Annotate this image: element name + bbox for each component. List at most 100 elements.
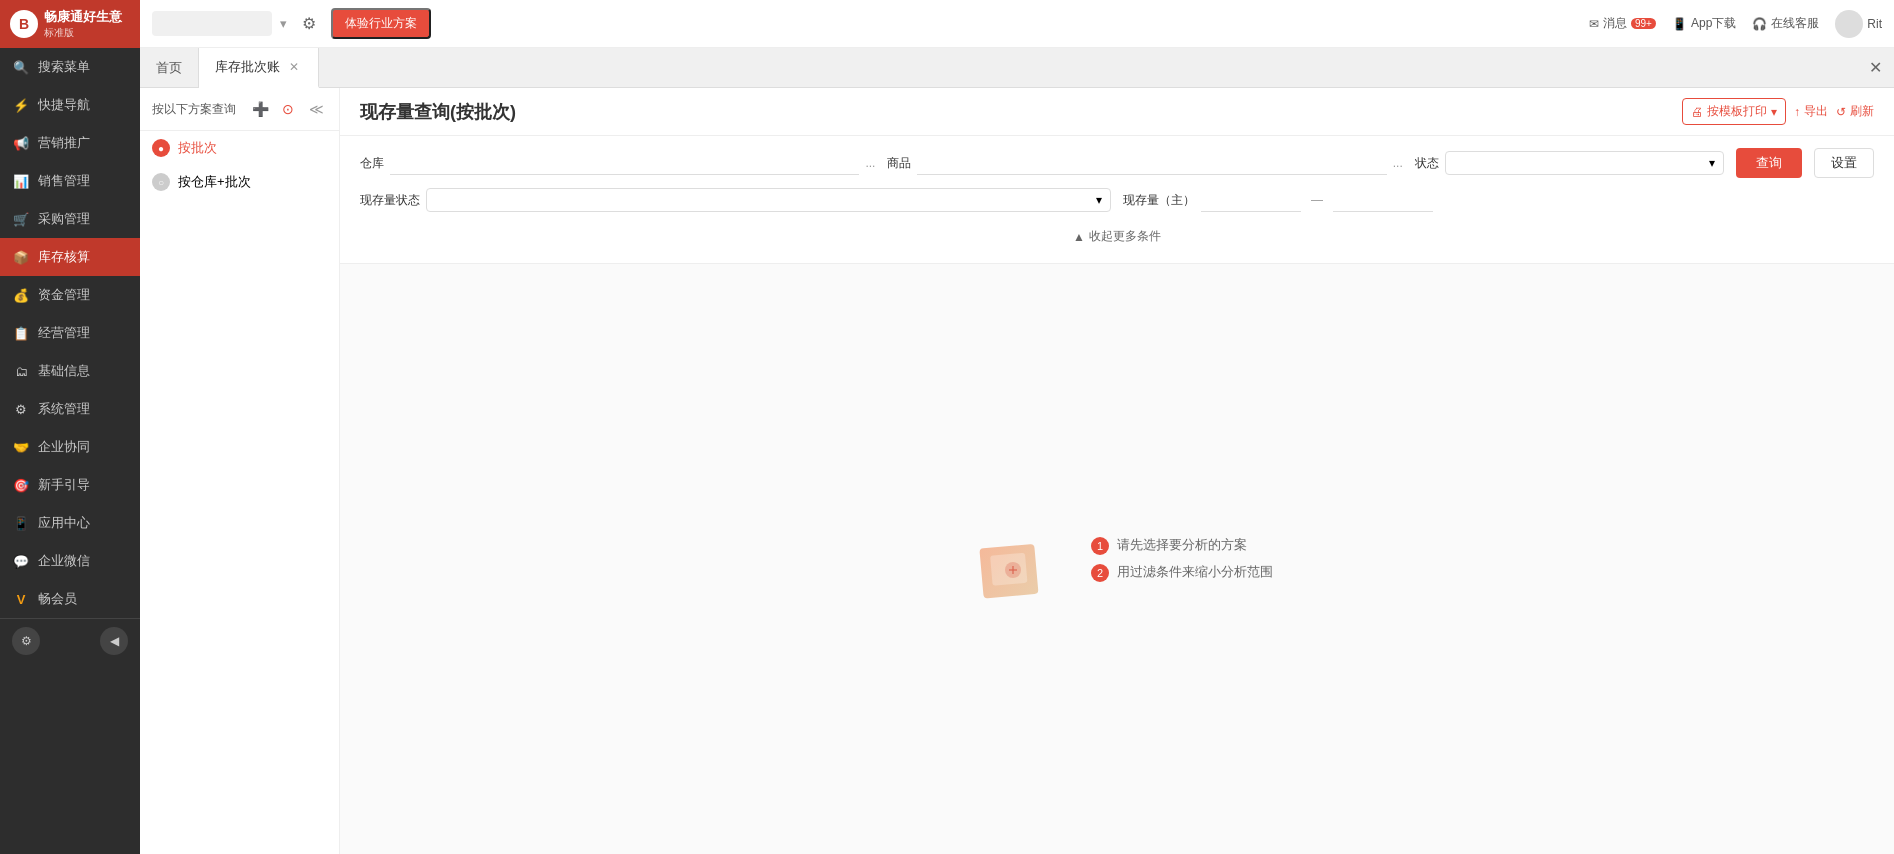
filter-stock-status: 现存量状态 ▾ [360, 188, 1111, 212]
tip-text-2: 用过滤条件来缩小分析范围 [1117, 563, 1273, 581]
stock-status-select[interactable]: ▾ [426, 188, 1111, 212]
add-plan-icon[interactable]: ➕ [249, 98, 271, 120]
page-header-actions: 🖨 按模板打印 ▾ ↑ 导出 ↺ 刷新 [1682, 98, 1874, 125]
vip-icon: V [12, 590, 30, 608]
enterprise-icon: 🤝 [12, 438, 30, 456]
tab-home-label: 首页 [156, 59, 182, 77]
filter-settings-button[interactable]: 设置 [1814, 148, 1874, 178]
empty-tips: 1 请先选择要分析的方案 2 用过滤条件来缩小分析范围 [1091, 536, 1273, 582]
empty-state: 1 请先选择要分析的方案 2 用过滤条件来缩小分析范围 [340, 264, 1894, 854]
sidebar-item-appstore[interactable]: 📱 应用中心 [0, 504, 140, 542]
sidebar-item-marketing[interactable]: 📢 营销推广 [0, 124, 140, 162]
topbar: ▾ ⚙ 体验行业方案 ✉ 消息 99+ 📱 App下载 🎧 在线客服 Rit [140, 0, 1894, 48]
sidebar-item-vip[interactable]: V 畅会员 [0, 580, 140, 618]
plan-item-warehouse-batch[interactable]: ○ 按仓库+批次 [140, 165, 339, 199]
message-icon: ✉ [1589, 17, 1599, 31]
tab-panel-close-btn[interactable]: ✕ [1857, 48, 1894, 87]
collapse-label: 收起更多条件 [1089, 228, 1161, 245]
stock-status-chevron-icon: ▾ [1096, 193, 1102, 207]
purchase-icon: 🛒 [12, 210, 30, 228]
message-label: 消息 [1603, 15, 1627, 32]
newbie-icon: 🎯 [12, 476, 30, 494]
product-input[interactable] [917, 152, 1386, 175]
message-badge: 99+ [1631, 18, 1656, 29]
tip-text-1: 请先选择要分析的方案 [1117, 536, 1247, 554]
sidebar-item-inventory[interactable]: 📦 库存核算 [0, 238, 140, 276]
sales-icon: 📊 [12, 172, 30, 190]
collapse-panel-icon[interactable]: ≪ [305, 98, 327, 120]
app-logo: B [10, 10, 38, 38]
sidebar-item-wechat[interactable]: 💬 企业微信 [0, 542, 140, 580]
warehouse-more[interactable]: ... [865, 156, 875, 170]
collapse-sidebar-btn[interactable]: ◀ [100, 627, 128, 655]
filter-status: 状态 ▾ [1415, 151, 1724, 175]
plan-item-batch[interactable]: ● 按批次 [140, 131, 339, 165]
sidebar-item-finance[interactable]: 💰 资金管理 [0, 276, 140, 314]
stock-qty-max-input[interactable] [1333, 189, 1433, 212]
empty-tip-1: 1 请先选择要分析的方案 [1091, 536, 1273, 555]
finance-icon: 💰 [12, 286, 30, 304]
sidebar-item-sales[interactable]: 📊 销售管理 [0, 162, 140, 200]
print-icon: 🖨 [1691, 105, 1703, 119]
empty-illustration [961, 509, 1061, 609]
sidebar-item-shortcut[interactable]: ⚡ 快捷导航 [0, 86, 140, 124]
sidebar-header: B 畅康通好生意 标准版 [0, 0, 140, 48]
stock-qty-min-input[interactable] [1201, 189, 1301, 212]
operation-icon: 📋 [12, 324, 30, 342]
app-download-item[interactable]: 📱 App下载 [1672, 15, 1736, 32]
trial-button[interactable]: 体验行业方案 [331, 8, 431, 39]
sidebar-item-system[interactable]: ⚙ 系统管理 [0, 390, 140, 428]
tip-num-2: 2 [1091, 564, 1109, 582]
query-button[interactable]: 查询 [1736, 148, 1802, 178]
collapse-filter-btn[interactable]: ▲ 收起更多条件 [360, 222, 1874, 251]
sidebar-item-basic[interactable]: 🗂 基础信息 [0, 352, 140, 390]
print-chevron-icon: ▾ [1771, 105, 1777, 119]
status-label: 状态 [1415, 155, 1439, 172]
settings-footer-btn[interactable]: ⚙ [12, 627, 40, 655]
empty-box-svg [971, 526, 1051, 606]
main-area: ▾ ⚙ 体验行业方案 ✉ 消息 99+ 📱 App下载 🎧 在线客服 Rit [140, 0, 1894, 854]
app-download-icon: 📱 [1672, 17, 1687, 31]
refresh-button[interactable]: ↺ 刷新 [1836, 103, 1874, 120]
product-more[interactable]: ... [1393, 156, 1403, 170]
tab-inventory-batch[interactable]: 库存批次账 ✕ [199, 48, 319, 88]
online-service-item[interactable]: 🎧 在线客服 [1752, 15, 1819, 32]
sidebar-item-newbie[interactable]: 🎯 新手引导 [0, 466, 140, 504]
tip-num-1: 1 [1091, 537, 1109, 555]
stock-status-label: 现存量状态 [360, 192, 420, 209]
filter-area: 仓库 ... 商品 ... 状态 ▾ [340, 136, 1894, 264]
topbar-search-text [162, 16, 222, 30]
tab-inventory-batch-label: 库存批次账 [215, 58, 280, 76]
warehouse-input[interactable] [390, 152, 859, 175]
empty-tip-2: 2 用过滤条件来缩小分析范围 [1091, 563, 1273, 582]
empty-content: 1 请先选择要分析的方案 2 用过滤条件来缩小分析范围 [961, 509, 1273, 609]
right-area: 现存量查询(按批次) 🖨 按模板打印 ▾ ↑ 导出 ↺ 刷新 [340, 88, 1894, 854]
topbar-search-box[interactable] [152, 11, 272, 36]
product-label: 商品 [887, 155, 911, 172]
sidebar-footer: ⚙ ◀ [0, 618, 140, 663]
left-panel-actions: ➕ ⊙ ≪ [249, 98, 327, 120]
topbar-gear-icon[interactable]: ⚙ [295, 10, 323, 38]
sidebar-item-operation[interactable]: 📋 经营管理 [0, 314, 140, 352]
app-name: 畅康通好生意 [44, 9, 122, 26]
plan-label-batch: 按批次 [178, 139, 217, 157]
sidebar-item-purchase[interactable]: 🛒 采购管理 [0, 200, 140, 238]
sidebar-item-search[interactable]: 🔍 搜索菜单 [0, 48, 140, 86]
basic-icon: 🗂 [12, 362, 30, 380]
wechat-icon: 💬 [12, 552, 30, 570]
user-item[interactable]: Rit [1835, 10, 1882, 38]
user-avatar [1835, 10, 1863, 38]
print-button[interactable]: 🖨 按模板打印 ▾ [1682, 98, 1786, 125]
sidebar-item-enterprise[interactable]: 🤝 企业协同 [0, 428, 140, 466]
settings-plan-icon[interactable]: ⊙ [277, 98, 299, 120]
refresh-icon: ↺ [1836, 105, 1846, 119]
message-item[interactable]: ✉ 消息 99+ [1589, 15, 1656, 32]
page-title: 现存量查询(按批次) [360, 100, 516, 124]
topbar-chevron-icon[interactable]: ▾ [280, 16, 287, 31]
tab-home[interactable]: 首页 [140, 48, 199, 87]
tab-close-icon[interactable]: ✕ [286, 59, 302, 75]
app-download-label: App下载 [1691, 15, 1736, 32]
status-select[interactable]: ▾ [1445, 151, 1724, 175]
collapse-icon: ▲ [1073, 230, 1085, 244]
export-button[interactable]: ↑ 导出 [1794, 103, 1828, 120]
